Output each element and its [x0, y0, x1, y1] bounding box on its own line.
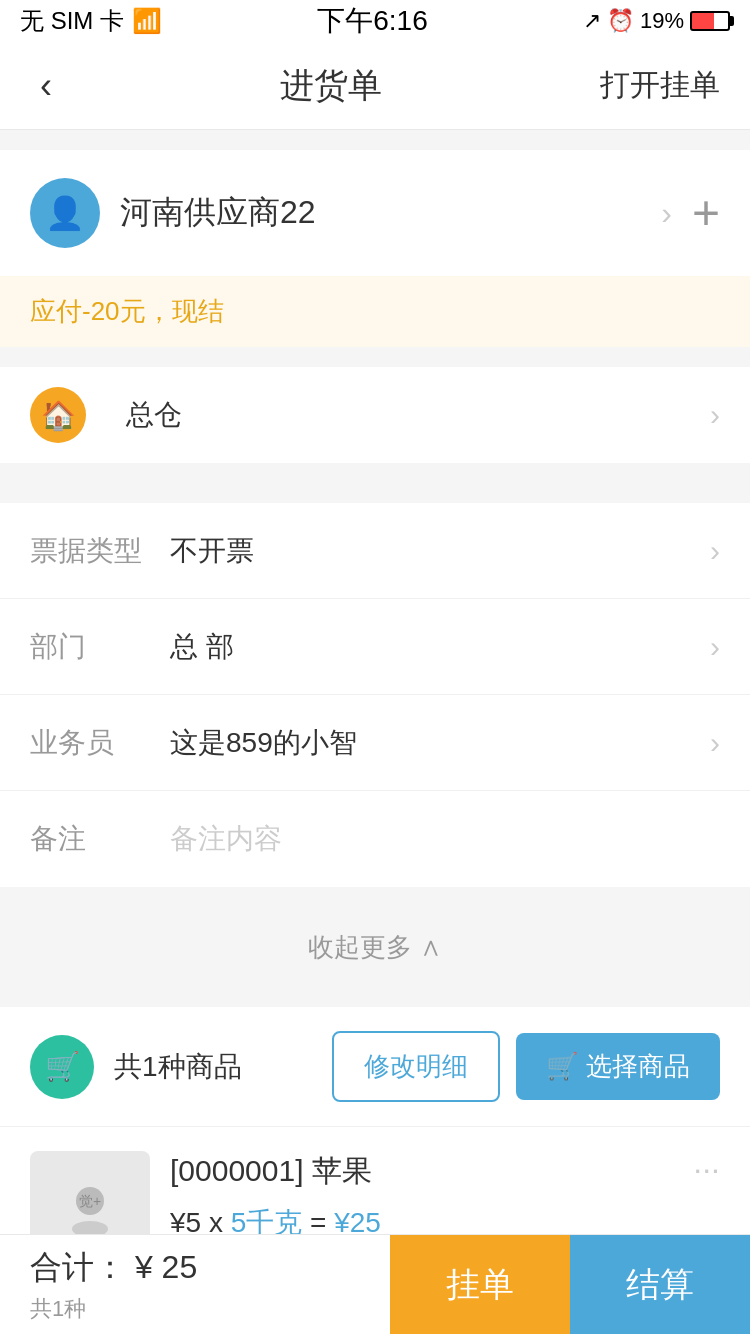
location-icon: ↗ — [583, 8, 601, 34]
checkout-button[interactable]: 结算 — [570, 1235, 750, 1334]
page-title: 进货单 — [280, 63, 382, 109]
gap-2 — [0, 463, 750, 483]
svg-text:觉+: 觉+ — [79, 1193, 101, 1209]
collapse-label: 收起更多 ∧ — [308, 930, 441, 965]
product-more-button[interactable]: ··· — [693, 1151, 720, 1188]
notice-text: 应付-20元，现结 — [30, 296, 224, 326]
form-section: 票据类型 不开票 › 部门 总 部 › 业务员 这是859的小智 › 备注 备注… — [0, 503, 750, 887]
ticket-type-row[interactable]: 票据类型 不开票 › — [0, 503, 750, 599]
alarm-icon: ⏰ — [607, 8, 634, 34]
open-pending-button[interactable]: 打开挂单 — [600, 65, 720, 106]
total-amount: 合计： ¥ 25 — [30, 1246, 360, 1290]
department-row[interactable]: 部门 总 部 › — [0, 599, 750, 695]
nav-bar: ‹ 进货单 打开挂单 — [0, 42, 750, 130]
salesperson-row[interactable]: 业务员 这是859的小智 › — [0, 695, 750, 791]
select-product-label: 选择商品 — [586, 1049, 690, 1084]
supplier-name: 河南供应商22 — [120, 191, 661, 235]
product-name: [0000001] 苹果 — [170, 1151, 673, 1192]
status-right: ↗ ⏰ 19% — [583, 8, 730, 34]
total-count: 共1种 — [30, 1294, 360, 1324]
back-button[interactable]: ‹ — [30, 55, 62, 117]
product-header: 🛒 共1种商品 修改明细 🛒 选择商品 — [0, 1007, 750, 1126]
status-left: 无 SIM 卡 📶 — [20, 5, 162, 37]
add-supplier-button[interactable]: + — [692, 189, 720, 237]
remark-row[interactable]: 备注 备注内容 — [0, 791, 750, 887]
salesperson-chevron-icon: › — [710, 726, 720, 760]
battery-icon — [690, 11, 730, 31]
product-title: 苹果 — [312, 1154, 372, 1187]
gap-1 — [0, 130, 750, 150]
notice-bar: 应付-20元，现结 — [0, 276, 750, 347]
select-product-icon: 🛒 — [546, 1051, 578, 1082]
select-product-button[interactable]: 🛒 选择商品 — [516, 1033, 720, 1100]
warehouse-icon: 🏠 — [30, 387, 86, 443]
department-chevron-icon: › — [710, 630, 720, 664]
total-label: 合计： — [30, 1249, 126, 1285]
warehouse-name: 总仓 — [126, 396, 710, 434]
product-id: [0000001] — [170, 1154, 303, 1187]
department-label: 部门 — [30, 628, 150, 666]
wifi-icon: 📶 — [132, 7, 162, 35]
salesperson-value: 这是859的小智 — [170, 724, 710, 762]
edit-detail-button[interactable]: 修改明细 — [332, 1031, 500, 1102]
ticket-chevron-icon: › — [710, 534, 720, 568]
ticket-type-label: 票据类型 — [30, 532, 150, 570]
collapse-bar[interactable]: 收起更多 ∧ — [0, 907, 750, 987]
product-count-label: 共1种商品 — [114, 1048, 332, 1086]
remark-label: 备注 — [30, 820, 150, 858]
carrier-label: 无 SIM 卡 — [20, 5, 124, 37]
total-value: ¥ 25 — [135, 1249, 197, 1285]
hold-button[interactable]: 挂单 — [390, 1235, 570, 1334]
remark-input[interactable]: 备注内容 — [170, 820, 720, 858]
status-time: 下午6:16 — [317, 2, 428, 40]
battery-percent: 19% — [640, 8, 684, 34]
avatar-icon: 👤 — [45, 194, 85, 232]
ticket-type-value: 不开票 — [170, 532, 710, 570]
bottom-total: 合计： ¥ 25 共1种 — [0, 1235, 390, 1334]
warehouse-chevron-icon: › — [710, 398, 720, 432]
supplier-avatar: 👤 — [30, 178, 100, 248]
supplier-row[interactable]: 👤 河南供应商22 › + — [0, 150, 750, 276]
supplier-section: 👤 河南供应商22 › + 应付-20元，现结 — [0, 150, 750, 347]
status-bar: 无 SIM 卡 📶 下午6:16 ↗ ⏰ 19% — [0, 0, 750, 42]
product-thumb-icon: 觉+ — [60, 1181, 120, 1241]
department-value: 总 部 — [170, 628, 710, 666]
salesperson-label: 业务员 — [30, 724, 150, 762]
bottom-bar: 合计： ¥ 25 共1种 挂单 结算 — [0, 1234, 750, 1334]
product-cart-icon: 🛒 — [30, 1035, 94, 1099]
supplier-chevron-icon: › — [661, 195, 672, 232]
warehouse-row[interactable]: 🏠 总仓 › — [0, 367, 750, 463]
